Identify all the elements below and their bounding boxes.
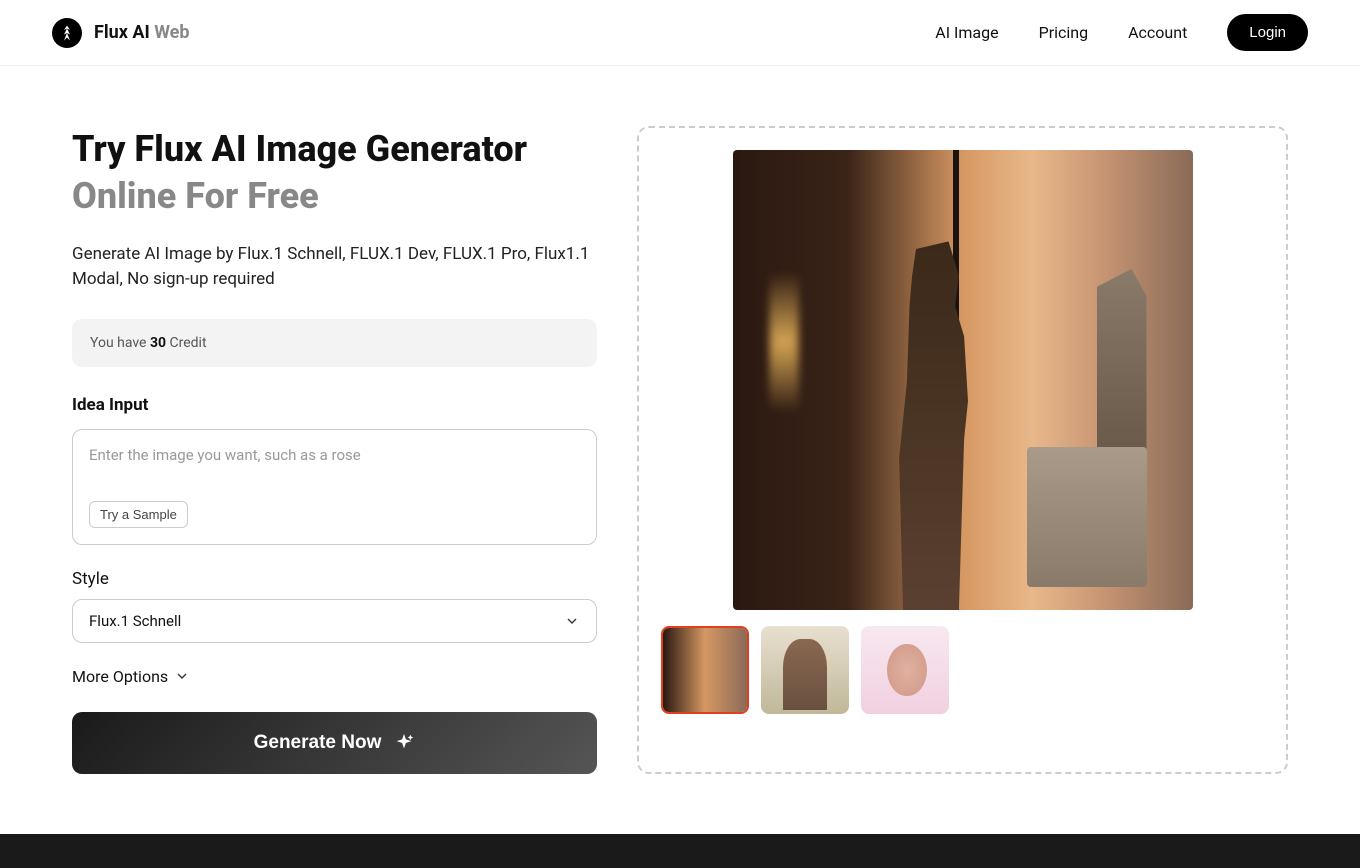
try-sample-button[interactable]: Try a Sample [89,501,188,528]
logo-icon [52,18,82,48]
logo-text: Flux AI Web [94,22,190,43]
chevron-down-icon [174,668,190,684]
generate-button[interactable]: Generate Now [72,712,597,774]
preview-image [733,150,1193,610]
prompt-input-container: Try a Sample [72,429,597,545]
page-subtitle: Generate AI Image by Flux.1 Schnell, FLU… [72,242,597,293]
login-button[interactable]: Login [1227,14,1308,51]
thumbnail-1[interactable] [661,626,749,714]
logo-area[interactable]: Flux AI Web [52,18,190,48]
left-panel: Try Flux AI Image Generator Online For F… [72,126,597,774]
nav-ai-image[interactable]: AI Image [935,23,998,42]
more-options-toggle[interactable]: More Options [72,667,597,686]
style-label: Style [72,569,597,589]
more-options-label: More Options [72,667,168,686]
main-nav: AI Image Pricing Account Login [935,14,1308,51]
main-header: Flux AI Web AI Image Pricing Account Log… [0,0,1360,66]
nav-account[interactable]: Account [1128,23,1187,42]
main-content: Try Flux AI Image Generator Online For F… [0,66,1360,814]
thumbnail-2[interactable] [761,626,849,714]
credit-box: You have 30 Credit [72,319,597,367]
chevron-down-icon [564,613,580,629]
generate-label: Generate Now [254,732,382,754]
prompt-input[interactable] [89,446,580,482]
nav-pricing[interactable]: Pricing [1039,23,1089,42]
thumbnail-3[interactable] [861,626,949,714]
footer [0,834,1360,868]
credit-count: 30 [150,335,166,351]
sparkle-icon [393,732,415,754]
credit-suffix: Credit [166,335,207,351]
page-title-line1: Try Flux AI Image Generator [72,126,597,173]
credit-prefix: You have [90,335,150,351]
style-select[interactable]: Flux.1 Schnell [72,599,597,643]
preview-panel [637,126,1288,774]
logo-text-bold: Flux AI [94,22,154,43]
thumbnail-list [661,626,1264,714]
idea-input-label: Idea Input [72,395,597,415]
logo-text-gray: Web [154,22,189,43]
style-value: Flux.1 Schnell [89,612,181,630]
page-title-line2: Online For Free [72,173,597,220]
